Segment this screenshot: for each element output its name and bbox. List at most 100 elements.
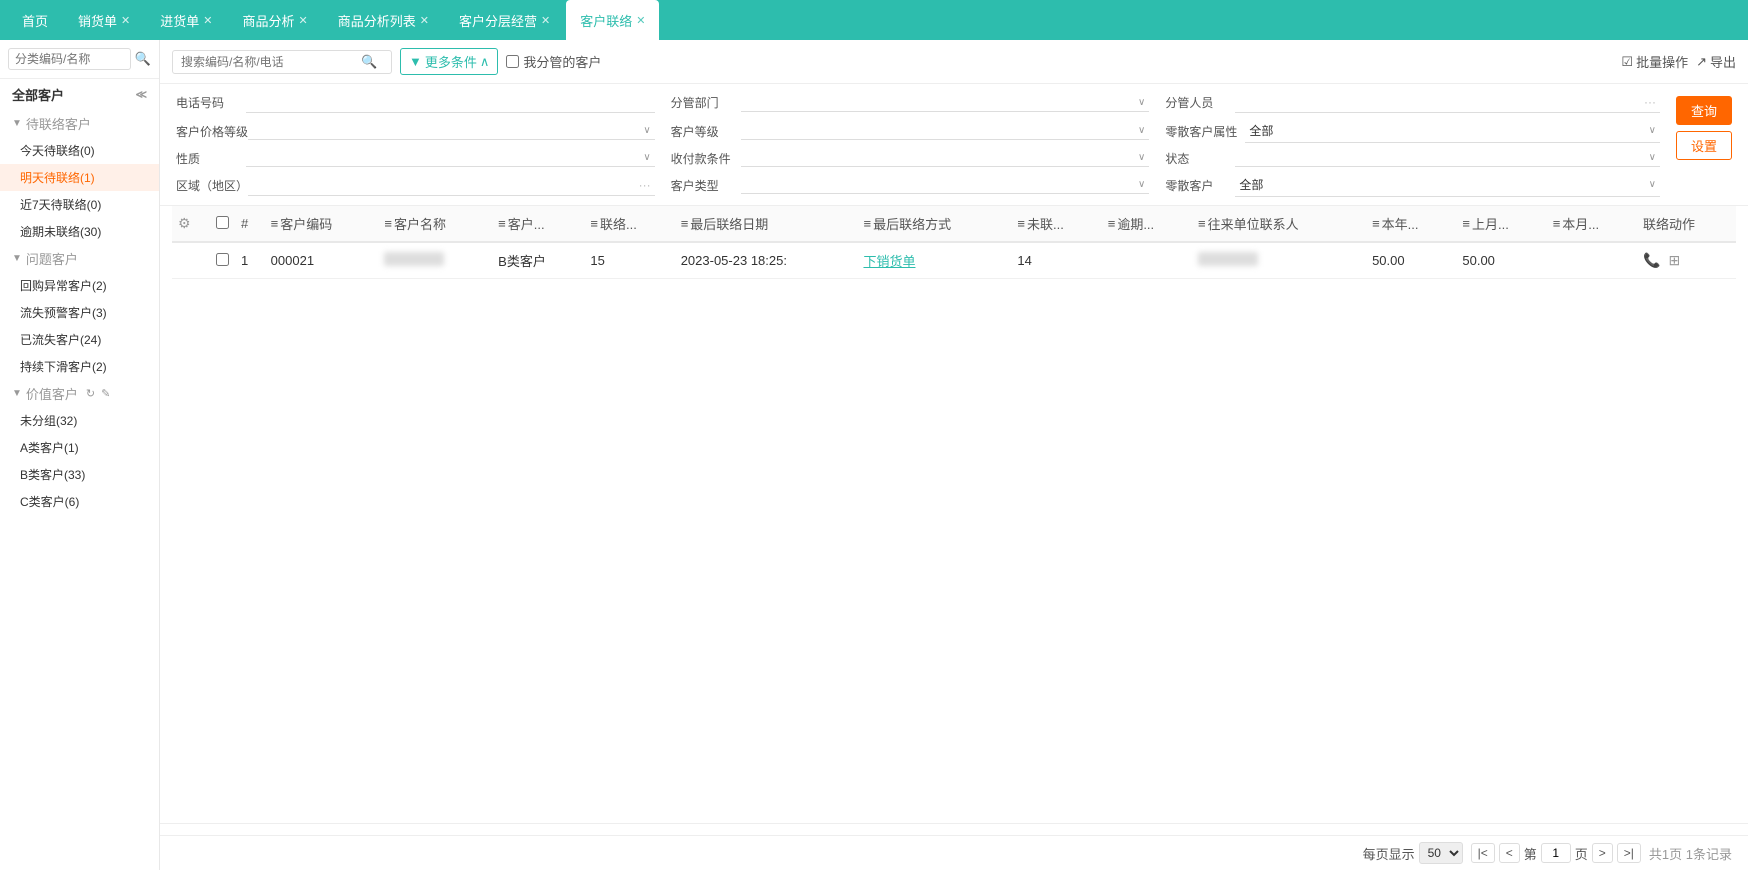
sort-this-year[interactable]: ≡ 本年... <box>1372 214 1450 233</box>
th-settings[interactable]: ⚙ <box>172 206 210 242</box>
sidebar-item-class-a[interactable]: A类客户(1) <box>0 434 159 461</box>
chevron-down-icon: ∨ <box>643 125 650 136</box>
nav-tab-customer-contact[interactable]: 客户联络 ✕ <box>566 0 659 40</box>
sidebar-group-pending-title[interactable]: ▼ 待联络客户 <box>0 110 159 137</box>
th-this-year: ≡ 本年... <box>1366 206 1456 242</box>
batch-operate-btn[interactable]: ☑ 批量操作 <box>1621 52 1688 71</box>
edit-icon[interactable]: ✎ <box>101 387 110 400</box>
price-level-select[interactable]: ∨ <box>248 122 655 140</box>
nav-tab-customer-tier[interactable]: 客户分层经营 ✕ <box>445 0 564 40</box>
nav-tab-sales-close[interactable]: ✕ <box>121 14 130 27</box>
filter-field-customer-type: 客户类型 ∨ <box>671 176 1166 194</box>
sidebar-group-pending: ▼ 待联络客户 今天待联络(0) 明天待联络(1) 近7天待联络(0) 逾期未联… <box>0 110 159 245</box>
td-last-date: 2023-05-23 18:25: <box>675 242 858 279</box>
sidebar-item-today[interactable]: 今天待联络(0) <box>0 137 159 164</box>
sort-overdue[interactable]: ≡ 逾期... <box>1108 214 1186 233</box>
last-page-btn[interactable]: >| <box>1617 843 1641 863</box>
sidebar-item-class-c[interactable]: C类客户(6) <box>0 488 159 515</box>
filter-field-region: 区域（地区） ··· <box>176 175 671 196</box>
sidebar-group-value-title[interactable]: ▼ 价值客户 ↻ ✎ <box>0 380 159 407</box>
reload-icon[interactable]: ↻ <box>86 387 95 400</box>
my-customers-checkbox[interactable] <box>506 55 519 68</box>
sidebar-item-repurchase-anomaly[interactable]: 回购异常客户(2) <box>0 272 159 299</box>
payment-select[interactable]: ∨ <box>741 149 1150 167</box>
customer-type-select[interactable]: ∨ <box>741 176 1150 194</box>
first-page-btn[interactable]: |< <box>1471 843 1495 863</box>
sidebar-search-input[interactable] <box>8 48 131 70</box>
sidebar-item-declining[interactable]: 持续下滑客户(2) <box>0 353 159 380</box>
nav-tab-purchase-close[interactable]: ✕ <box>203 14 212 27</box>
sidebar-group-problem-title[interactable]: ▼ 问题客户 <box>0 245 159 272</box>
search-box: 🔍 <box>172 50 392 74</box>
my-customers-checkbox-label[interactable]: 我分管的客户 <box>506 52 601 71</box>
prev-page-btn[interactable]: < <box>1499 843 1520 863</box>
customer-level-select[interactable]: ∨ <box>741 122 1150 140</box>
search-input[interactable] <box>181 55 361 69</box>
sidebar-item-ungrouped[interactable]: 未分组(32) <box>0 407 159 434</box>
region-more[interactable]: ··· <box>248 175 655 196</box>
settings-button[interactable]: 设置 <box>1676 131 1732 160</box>
sidebar-item-churned[interactable]: 已流失客户(24) <box>0 326 159 353</box>
sort-name[interactable]: ≡ 客户名称 <box>384 214 486 233</box>
td-last-method[interactable]: 下销货单 <box>857 242 1011 279</box>
sort-num[interactable]: # <box>241 216 259 231</box>
sort-last-method[interactable]: ≡ 最后联络方式 <box>863 214 1005 233</box>
sidebar-all-customers[interactable]: 全部客户 ≪ <box>0 79 159 110</box>
sort-type[interactable]: ≡ 客户... <box>498 214 578 233</box>
page-size-select[interactable]: 50 <box>1419 842 1463 864</box>
nav-tab-customer-contact-close[interactable]: ✕ <box>636 14 645 27</box>
nav-tab-analysis-list-close[interactable]: ✕ <box>420 14 429 27</box>
phone-icon[interactable]: 📞 <box>1643 252 1660 269</box>
td-action: 📞 ⊞ <box>1637 242 1736 279</box>
th-unit-contact: ≡ 往来单位联系人 <box>1192 206 1366 242</box>
next-page-btn[interactable]: > <box>1592 843 1613 863</box>
page-number-input[interactable] <box>1541 843 1571 863</box>
sidebar-item-overdue[interactable]: 逾期未联络(30) <box>0 218 159 245</box>
sort-last-month[interactable]: ≡ 上月... <box>1462 214 1540 233</box>
grid-icon[interactable]: ⊞ <box>1668 252 1680 269</box>
chevron-down-icon: ∨ <box>1649 125 1656 136</box>
nav-tab-customer-tier-close[interactable]: ✕ <box>541 14 550 27</box>
sidebar-item-churn-warning[interactable]: 流失预警客户(3) <box>0 299 159 326</box>
nature-select[interactable]: ∨ <box>246 149 655 167</box>
select-all-checkbox[interactable] <box>216 216 229 229</box>
dept-select[interactable]: ∨ <box>741 94 1150 112</box>
sort-contact[interactable]: ≡ 联络... <box>590 214 668 233</box>
status-select[interactable]: ∨ <box>1235 149 1660 167</box>
nav-home[interactable]: 首页 <box>8 0 62 40</box>
nav-tab-analysis-list[interactable]: 商品分析列表 ✕ <box>324 0 443 40</box>
nav-tab-purchase[interactable]: 进货单 ✕ <box>146 0 226 40</box>
sort-unit-contact[interactable]: ≡ 往来单位联系人 <box>1198 214 1360 233</box>
filter-panel: 电话号码 分管部门 ∨ 分管人员 <box>160 84 1748 206</box>
manager-more[interactable]: ··· <box>1235 92 1660 113</box>
nav-tab-analysis[interactable]: 商品分析 ✕ <box>228 0 321 40</box>
nav-tab-analysis-close[interactable]: ✕ <box>299 14 308 27</box>
th-name: ≡ 客户名称 <box>378 206 492 242</box>
filter-more-btn[interactable]: ▼ 更多条件 ∧ <box>400 48 498 75</box>
td-overdue <box>1102 242 1192 279</box>
query-button[interactable]: 查询 <box>1676 96 1732 125</box>
sort-code[interactable]: ≡ 客户编码 <box>271 214 373 233</box>
td-settings <box>172 242 210 279</box>
export-btn[interactable]: ↗ 导出 <box>1696 52 1736 71</box>
td-this-month <box>1547 242 1637 279</box>
search-icon[interactable]: 🔍 <box>135 51 151 67</box>
sort-last-date[interactable]: ≡ 最后联络日期 <box>681 214 852 233</box>
sidebar-item-class-b[interactable]: B类客户(33) <box>0 461 159 488</box>
sidebar-item-tomorrow[interactable]: 明天待联络(1) <box>0 164 159 191</box>
sort-this-month[interactable]: ≡ 本月... <box>1553 214 1631 233</box>
phone-input[interactable] <box>246 92 655 113</box>
sort-uncontacted[interactable]: ≡ 未联... <box>1017 214 1095 233</box>
check-icon: ☑ <box>1621 54 1633 70</box>
last-method-link[interactable]: 下销货单 <box>863 254 915 269</box>
sidebar-search-container: 🔍 <box>0 40 159 79</box>
sidebar-item-7days[interactable]: 近7天待联络(0) <box>0 191 159 218</box>
scrollbar-area[interactable] <box>160 823 1748 835</box>
sidebar: 🔍 全部客户 ≪ ▼ 待联络客户 今天待联络(0) 明天待联络(1) 近7天待联… <box>0 40 160 870</box>
retail-attr-select[interactable]: 全部 ∨ <box>1245 119 1660 143</box>
search-icon[interactable]: 🔍 <box>361 54 377 70</box>
row-checkbox[interactable] <box>216 253 229 266</box>
td-unit-contact <box>1192 242 1366 279</box>
retail-select[interactable]: 全部 ∨ <box>1235 173 1660 197</box>
nav-tab-sales[interactable]: 销货单 ✕ <box>64 0 144 40</box>
